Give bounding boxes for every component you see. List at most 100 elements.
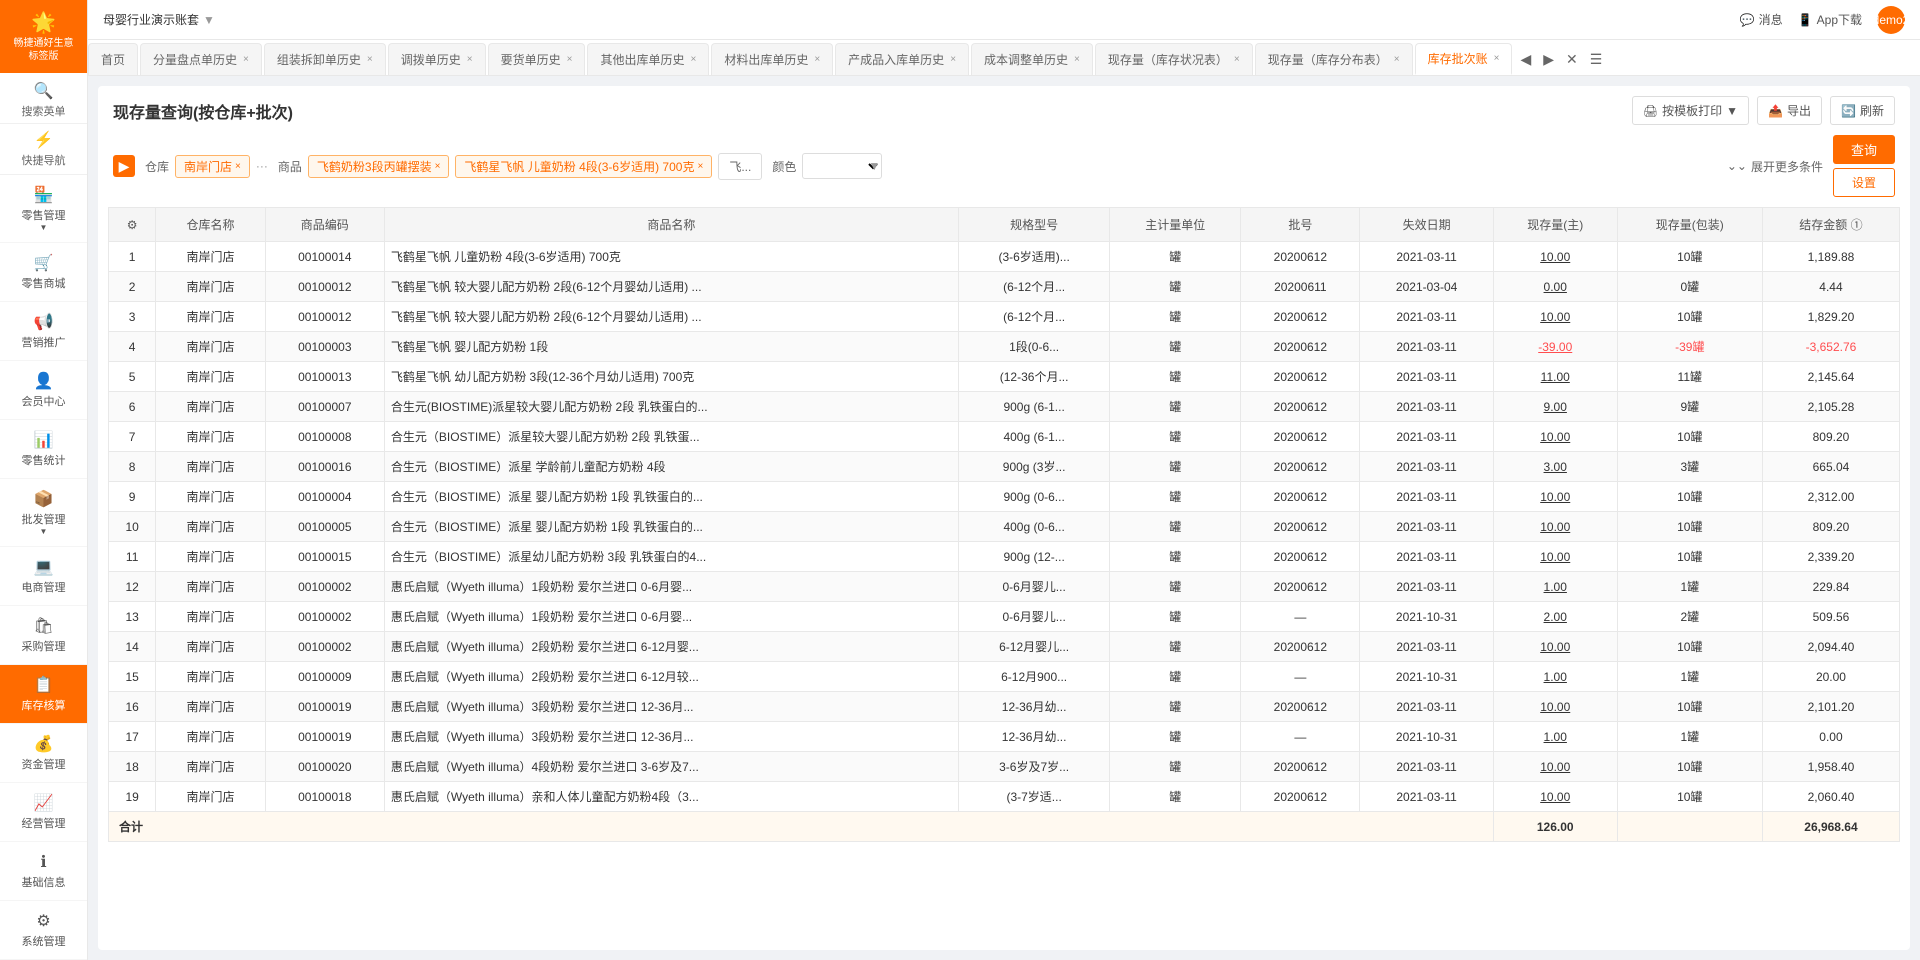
cell-qty-main[interactable]: 10.00 (1493, 422, 1617, 452)
cell-qty-main[interactable]: 1.00 (1493, 722, 1617, 752)
sidebar-item-online-store[interactable]: 🛒 零售商城 (0, 243, 87, 302)
tab-stock-status[interactable]: 现存量（库存状况表） × (1095, 43, 1253, 75)
cell-qty-main[interactable]: 1.00 (1493, 662, 1617, 692)
close-icon[interactable]: × (367, 54, 373, 65)
cell-warehouse: 南岸门店 (156, 632, 265, 662)
table-row: 1 南岸门店 00100014 飞鹤星飞帆 儿童奶粉 4段(3-6岁适用) 70… (109, 242, 1900, 272)
sidebar-item-marketing[interactable]: 📢 营销推广 (0, 302, 87, 361)
cell-batch: — (1241, 602, 1360, 632)
tab-transfer-history[interactable]: 调拨单历史 × (388, 43, 486, 75)
sidebar-item-finance[interactable]: 💰 资金管理 (0, 724, 87, 783)
product-tag-1[interactable]: 飞鹤奶粉3段丙罐摆装 × (308, 155, 450, 178)
logo[interactable]: 🌟 畅捷通好生意 标签版 (0, 0, 87, 73)
tab-material-out-history[interactable]: 材料出库单历史 × (711, 43, 833, 75)
cell-qty-pkg: 0罐 (1617, 272, 1762, 302)
tab-home[interactable]: 首页 (88, 43, 138, 75)
warehouse-tag-close[interactable]: × (235, 161, 241, 172)
tab-inventory-count-history[interactable]: 分量盘点单历史 × (140, 43, 262, 75)
tab-close-button[interactable]: ✕ (1560, 43, 1584, 75)
sidebar-item-purchase[interactable]: 🛍 采购管理 (0, 606, 87, 665)
tab-prev-button[interactable]: ◀ (1514, 43, 1537, 75)
close-icon[interactable]: × (814, 54, 820, 65)
close-icon[interactable]: × (1494, 53, 1500, 64)
product-tag-1-close[interactable]: × (435, 161, 441, 172)
col-spec: 规格型号 (958, 208, 1109, 242)
shortcut-area[interactable]: ⚡ 快捷导航 (0, 124, 87, 175)
close-icon[interactable]: × (1394, 54, 1400, 65)
expand-filter-button[interactable]: ▶ (113, 155, 135, 177)
product-tag-2[interactable]: 飞鹤星飞帆 儿童奶粉 4段(3-6岁适用) 700克 × (455, 155, 712, 178)
refresh-button[interactable]: 🔄 刷新 (1830, 96, 1895, 125)
expand-more-button[interactable]: ⌄⌄ 展开更多条件 (1727, 158, 1823, 175)
page-content: 现存量查询(按仓库+批次) 🖨 按模板打印 ▼ 📤 导出 🔄 刷新 (88, 76, 1920, 960)
tab-stock-distribution[interactable]: 现存量（库存分布表） × (1255, 43, 1413, 75)
logo-subtext: 标签版 (29, 50, 59, 63)
search-button[interactable]: 查询 (1833, 135, 1895, 164)
sidebar-item-ecommerce[interactable]: 💻 电商管理 (0, 547, 87, 606)
tab-menu-button[interactable]: ☰ (1584, 43, 1609, 75)
cell-qty-main[interactable]: 10.00 (1493, 782, 1617, 812)
table-row: 9 南岸门店 00100004 合生元（BIOSTIME）派星 婴儿配方奶粉 1… (109, 482, 1900, 512)
tab-order-history[interactable]: 要货单历史 × (488, 43, 586, 75)
cell-qty-main[interactable]: 10.00 (1493, 632, 1617, 662)
sidebar-item-basics[interactable]: ℹ 基础信息 (0, 842, 87, 901)
main-area: 母婴行业演示账套 ▼ 💬 消息 📱 App下载 demo2 首页 分量盘点单历史… (88, 0, 1920, 960)
sidebar-item-system[interactable]: ⚙ 系统管理 (0, 901, 87, 960)
cell-qty-main[interactable]: 3.00 (1493, 452, 1617, 482)
avatar[interactable]: demo2 (1877, 6, 1905, 34)
export-button[interactable]: 📤 导出 (1757, 96, 1822, 125)
tab-assemble-history[interactable]: 组装拆卸单历史 × (264, 43, 386, 75)
app-download-button[interactable]: 📱 App下载 (1798, 11, 1862, 28)
message-button[interactable]: 💬 消息 (1740, 11, 1783, 28)
cell-qty-main[interactable]: 9.00 (1493, 392, 1617, 422)
search-area[interactable]: 🔍 搜索英单 (0, 73, 87, 124)
cell-qty-pkg: 10罐 (1617, 692, 1762, 722)
cell-qty-main[interactable]: 10.00 (1493, 542, 1617, 572)
close-icon[interactable]: × (950, 54, 956, 65)
cell-name: 惠氏启赋（Wyeth illuma）亲和人体儿童配方奶粉4段（3... (384, 782, 958, 812)
cell-qty-main[interactable]: 1.00 (1493, 572, 1617, 602)
cell-spec: 0-6月婴儿... (958, 572, 1109, 602)
sidebar-item-members[interactable]: 👤 会员中心 (0, 361, 87, 420)
sidebar-item-retail-mgmt[interactable]: 🏪 零售管理 ▼ (0, 175, 87, 243)
close-icon[interactable]: × (1074, 54, 1080, 65)
sidebar-item-wholesale[interactable]: 📦 批发管理 ▼ (0, 479, 87, 547)
sidebar-item-inventory[interactable]: 📋 库存核算 (0, 665, 87, 724)
cell-qty-main[interactable]: 10.00 (1493, 242, 1617, 272)
close-icon[interactable]: × (1234, 54, 1240, 65)
cell-qty-main[interactable]: 10.00 (1493, 752, 1617, 782)
close-icon[interactable]: × (690, 54, 696, 65)
sidebar-item-retail-stats[interactable]: 📊 零售统计 (0, 420, 87, 479)
template-print-button[interactable]: 🖨 按模板打印 ▼ (1632, 96, 1749, 125)
cell-qty-main[interactable]: 10.00 (1493, 692, 1617, 722)
cell-code: 00100012 (265, 272, 384, 302)
sidebar-item-operations[interactable]: 📈 经营管理 (0, 783, 87, 842)
tab-cost-adjust-history[interactable]: 成本调整单历史 × (971, 43, 1093, 75)
cell-code: 00100015 (265, 542, 384, 572)
cell-qty-main[interactable]: 10.00 (1493, 482, 1617, 512)
close-icon[interactable]: × (567, 54, 573, 65)
more-products-button[interactable]: 飞... (718, 153, 762, 180)
table-container[interactable]: ⚙ 仓库名称 商品编码 商品名称 规格型号 主计量单位 批号 失效日期 现存量(… (98, 207, 1910, 950)
cell-qty-main[interactable]: 10.00 (1493, 512, 1617, 542)
settings-button[interactable]: 设置 (1833, 168, 1895, 197)
cell-qty-main[interactable]: 11.00 (1493, 362, 1617, 392)
breadcrumb[interactable]: 母婴行业演示账套 ▼ (103, 11, 215, 28)
cell-qty-main[interactable]: -39.00 (1493, 332, 1617, 362)
tab-other-out-history[interactable]: 其他出库单历史 × (587, 43, 709, 75)
tab-product-in-history[interactable]: 产成品入库单历史 × (835, 43, 969, 75)
tab-stock-batch[interactable]: 库存批次账 × (1415, 43, 1513, 75)
cell-spec: (6-12个月... (958, 302, 1109, 332)
close-icon[interactable]: × (467, 54, 473, 65)
cell-qty-main[interactable]: 2.00 (1493, 602, 1617, 632)
cell-qty-main[interactable]: 10.00 (1493, 302, 1617, 332)
cell-qty-main[interactable]: 0.00 (1493, 272, 1617, 302)
close-icon[interactable]: × (243, 54, 249, 65)
warehouse-filter-tag[interactable]: 南岸门店 × (175, 155, 250, 178)
cell-no: 6 (109, 392, 156, 422)
tab-next-button[interactable]: ▶ (1537, 43, 1560, 75)
cell-unit: 罐 (1110, 392, 1241, 422)
table-row: 19 南岸门店 00100018 惠氏启赋（Wyeth illuma）亲和人体儿… (109, 782, 1900, 812)
product-tag-2-close[interactable]: × (697, 161, 703, 172)
settings-icon[interactable]: ⚙ (127, 218, 138, 232)
